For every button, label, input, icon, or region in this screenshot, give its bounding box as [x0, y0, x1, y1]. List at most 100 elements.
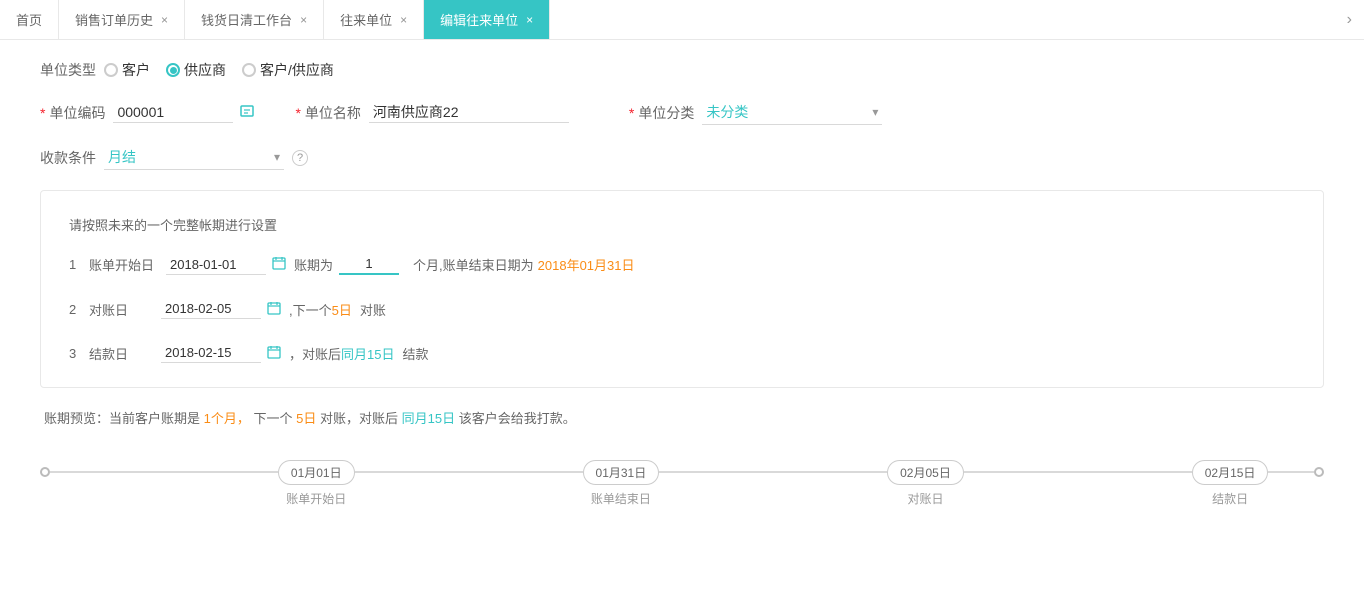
step-num-1: 1 — [69, 257, 89, 272]
step3-cal-icon[interactable] — [267, 345, 281, 362]
tab-sales-history-label: 销售订单历史 — [75, 10, 153, 29]
preview-highlight2: 5日 — [296, 411, 316, 426]
unit-type-label: 单位类型 — [40, 60, 96, 80]
tl-label-1: 账单开始日 — [286, 490, 346, 507]
unit-category-value: 未分类 — [706, 102, 866, 122]
step-row-2: 2 对账日 ,下一个 5日 对账 — [69, 299, 1295, 319]
step1-date-input[interactable] — [166, 255, 266, 275]
payment-condition-value: 月结 — [108, 147, 268, 167]
tl-badge-1: 01月01日 — [278, 460, 355, 485]
step3-desc-prefix: ，对账后 — [289, 344, 341, 363]
preview-after-reconcile: 对账，对账后 — [320, 411, 398, 426]
radio-both-label: 客户/供应商 — [260, 60, 334, 80]
tl-node-1: 01月01日 账单开始日 — [278, 460, 355, 485]
radio-both-circle — [242, 63, 256, 77]
tab-partner-units-label: 往来单位 — [340, 10, 392, 29]
tab-cash-workbench-label: 钱货日清工作台 — [201, 10, 292, 29]
radio-customer-circle — [104, 63, 118, 77]
step2-desc-suffix: 对账 — [360, 300, 386, 319]
unit-code-item: * 单位编码 — [40, 102, 255, 123]
tab-cash-workbench[interactable]: 钱货日清工作台 × — [185, 0, 324, 39]
timeline-start-dot — [40, 467, 50, 477]
settings-title: 请按照未来的一个完整帐期进行设置 — [69, 215, 1295, 234]
step2-desc-prefix: ,下一个 — [289, 300, 332, 319]
tabs-bar: 首页 销售订单历史 × 钱货日清工作台 × 往来单位 × 编辑往来单位 × › — [0, 0, 1364, 40]
unit-code-wrapper — [113, 102, 255, 123]
radio-supplier[interactable]: 供应商 — [166, 60, 226, 80]
tl-line-4 — [964, 471, 1192, 473]
tab-cash-workbench-close[interactable]: × — [300, 13, 307, 27]
radio-customer-label: 客户 — [122, 60, 150, 80]
step2-cal-icon[interactable] — [267, 301, 281, 318]
preview-prefix: 账期预览：当前客户账期是 — [44, 411, 200, 426]
step-label-1: 账单开始日 — [89, 255, 154, 274]
unit-category-star: * — [629, 105, 634, 121]
payment-condition-select[interactable]: 月结 ▾ — [104, 145, 284, 170]
unit-type-item: 单位类型 客户 供应商 客户/供应商 — [40, 60, 334, 80]
tab-partner-units[interactable]: 往来单位 × — [324, 0, 424, 39]
tl-label-4: 结款日 — [1212, 490, 1248, 507]
payment-condition-row: 收款条件 月结 ▾ ? — [40, 145, 1324, 170]
step3-date-input[interactable] — [161, 343, 261, 363]
step3-desc-suffix: 结款 — [402, 344, 428, 363]
timeline-end-dot — [1314, 467, 1324, 477]
step1-period-end: 2018年01月31日 — [538, 255, 635, 274]
unit-name-label: 单位名称 — [305, 103, 361, 123]
unit-type-radio-group: 客户 供应商 客户/供应商 — [104, 60, 334, 80]
unit-category-item: * 单位分类 未分类 ▾ — [629, 100, 882, 125]
tab-sales-history[interactable]: 销售订单历史 × — [59, 0, 185, 39]
main-content: 单位类型 客户 供应商 客户/供应商 * 单位编码 — [0, 40, 1364, 608]
unit-code-icon[interactable] — [239, 103, 255, 122]
step-num-2: 2 — [69, 302, 89, 317]
tab-sales-history-close[interactable]: × — [161, 13, 168, 27]
settings-box: 请按照未来的一个完整帐期进行设置 1 账单开始日 账期为 个月,账单结束日期为 … — [40, 190, 1324, 388]
unit-name-item: * 单位名称 — [295, 102, 568, 123]
tab-home[interactable]: 首页 — [0, 0, 59, 39]
radio-supplier-label: 供应商 — [184, 60, 226, 80]
unit-category-select[interactable]: 未分类 ▾ — [702, 100, 882, 125]
tl-line-3 — [659, 471, 887, 473]
payment-condition-help[interactable]: ? — [292, 150, 308, 166]
timeline-container: 01月01日 账单开始日 01月31日 账单结束日 02月05日 对账日 02月… — [40, 447, 1324, 527]
tab-edit-partner[interactable]: 编辑往来单位 × — [424, 0, 550, 39]
unit-type-row: 单位类型 客户 供应商 客户/供应商 — [40, 60, 1324, 80]
step-label-3: 结款日 — [89, 344, 149, 363]
step-row-1: 1 账单开始日 账期为 个月,账单结束日期为 2018年01月31日 — [69, 254, 1295, 275]
step-num-3: 3 — [69, 346, 89, 361]
preview-highlight1: 1个月， — [204, 411, 250, 426]
unit-name-input[interactable] — [369, 102, 569, 123]
unit-info-row: * 单位编码 * 单位名称 * 单位分类 未分类 ▾ — [40, 100, 1324, 125]
payment-condition-label: 收款条件 — [40, 148, 96, 168]
step1-period-unit: 个月,账单结束日期为 — [413, 255, 534, 274]
tl-badge-3: 02月05日 — [887, 460, 964, 485]
step-row-3: 3 结款日 ，对账后 同月15日 结款 — [69, 343, 1295, 363]
tl-label-3: 对账日 — [907, 490, 943, 507]
payment-condition-item: 收款条件 月结 ▾ ? — [40, 145, 308, 170]
radio-supplier-circle — [166, 63, 180, 77]
unit-category-label: 单位分类 — [638, 103, 694, 123]
tabs-scroll-arrow[interactable]: › — [1335, 11, 1364, 29]
radio-both[interactable]: 客户/供应商 — [242, 60, 334, 80]
unit-code-label: 单位编码 — [49, 103, 105, 123]
tl-badge-2: 01月31日 — [583, 460, 660, 485]
tl-label-2: 账单结束日 — [591, 490, 651, 507]
unit-category-arrow: ▾ — [872, 105, 878, 119]
tl-line-1 — [50, 471, 278, 473]
step1-period-input[interactable] — [339, 254, 399, 275]
unit-code-input[interactable] — [113, 102, 233, 123]
step2-desc-highlight: 5日 — [332, 300, 352, 319]
tab-home-label: 首页 — [16, 10, 42, 29]
step1-cal-icon[interactable] — [272, 256, 286, 273]
radio-customer[interactable]: 客户 — [104, 60, 150, 80]
payment-condition-arrow: ▾ — [274, 150, 280, 164]
tab-partner-units-close[interactable]: × — [400, 13, 407, 27]
step-label-2: 对账日 — [89, 300, 149, 319]
preview-section: 账期预览：当前客户账期是 1个月， 下一个 5日 对账，对账后 同月15日 该客… — [40, 408, 1324, 427]
tl-line-2 — [355, 471, 583, 473]
tab-edit-partner-close[interactable]: × — [526, 13, 533, 27]
step3-desc-highlight: 同月15日 — [341, 344, 394, 363]
preview-suffix: 该客户会给我打款。 — [459, 411, 576, 426]
unit-name-star: * — [295, 105, 300, 121]
preview-highlight3: 同月15日 — [402, 411, 455, 426]
step2-date-input[interactable] — [161, 299, 261, 319]
